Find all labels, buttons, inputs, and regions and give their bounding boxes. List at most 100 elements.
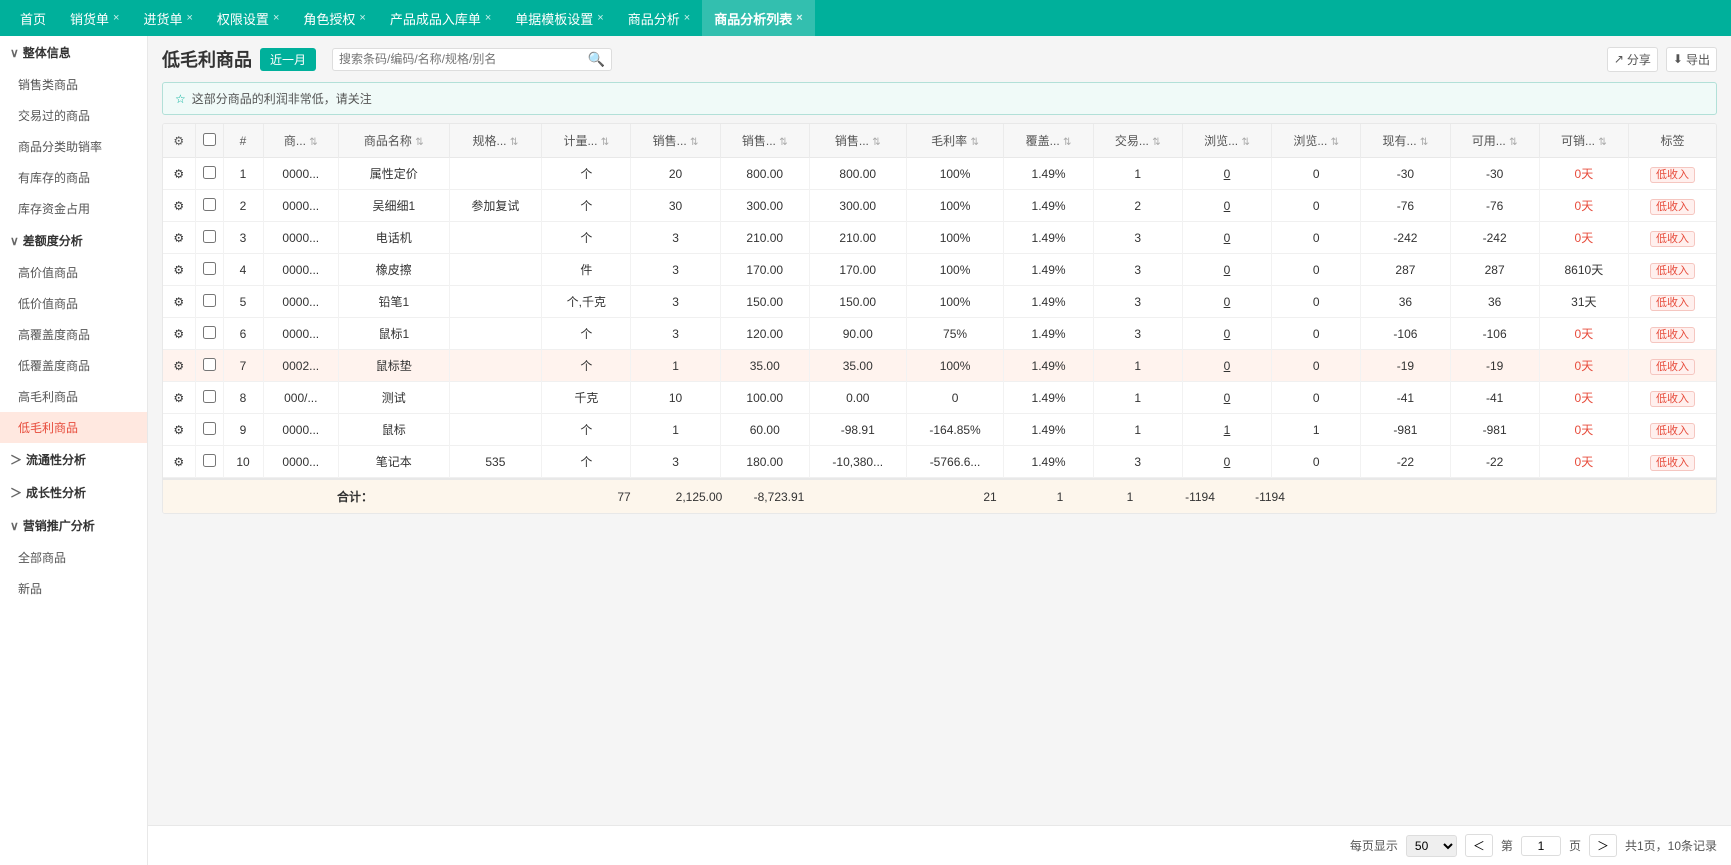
share-button[interactable]: ↗ 分享 <box>1607 47 1658 72</box>
page-number-input[interactable] <box>1521 836 1561 856</box>
sidebar-item-low-coverage[interactable]: 低覆盖度商品 <box>0 350 147 381</box>
sidebar-group-overall[interactable]: ∨ 整体信息 <box>0 36 147 69</box>
row-checkbox-6[interactable] <box>203 358 216 371</box>
cell-checkbox[interactable] <box>195 158 223 190</box>
cell-checkbox[interactable] <box>195 446 223 478</box>
search-icon[interactable]: 🔍 <box>588 51 605 68</box>
sidebar-group-value[interactable]: ∨ 差额度分析 <box>0 224 147 257</box>
cell-settings[interactable]: ⚙ <box>163 318 195 350</box>
row-checkbox-7[interactable] <box>203 390 216 403</box>
sidebar-item-low-margin[interactable]: 低毛利商品 <box>0 412 147 443</box>
close-roles-icon[interactable]: × <box>359 12 365 24</box>
sidebar-item-high-value[interactable]: 高价值商品 <box>0 257 147 288</box>
col-sale-price[interactable]: 销售... ⇅ <box>720 124 809 158</box>
sidebar-item-sales-goods[interactable]: 销售类商品 <box>0 69 147 100</box>
settings-icon[interactable]: ⚙ <box>173 199 184 213</box>
cell-browse1[interactable]: 1 <box>1182 414 1271 446</box>
sidebar-group-growth[interactable]: ＞ 成长性分析 <box>0 476 147 509</box>
nav-item-template[interactable]: 单据模板设置 × <box>503 0 615 36</box>
close-template-icon[interactable]: × <box>597 12 603 24</box>
col-trade-count[interactable]: 交易... ⇅ <box>1093 124 1182 158</box>
nav-item-analysis-list[interactable]: 商品分析列表 × <box>702 0 814 36</box>
sidebar-group-marketing[interactable]: ∨ 营销推广分析 <box>0 509 147 542</box>
cell-settings[interactable]: ⚙ <box>163 286 195 318</box>
cell-checkbox[interactable] <box>195 382 223 414</box>
close-purchase-icon[interactable]: × <box>186 12 192 24</box>
sidebar-item-new-goods[interactable]: 新品 <box>0 573 147 604</box>
cell-settings[interactable]: ⚙ <box>163 350 195 382</box>
nav-item-home[interactable]: 首页 <box>8 0 58 36</box>
cell-browse1[interactable]: 0 <box>1182 446 1271 478</box>
cell-checkbox[interactable] <box>195 286 223 318</box>
sidebar-item-low-value[interactable]: 低价值商品 <box>0 288 147 319</box>
sidebar-group-circulation[interactable]: ＞ 流通性分析 <box>0 443 147 476</box>
col-sale-qty[interactable]: 销售... ⇅ <box>631 124 720 158</box>
nav-item-analysis[interactable]: 商品分析 × <box>616 0 702 36</box>
col-current[interactable]: 现有... ⇅ <box>1361 124 1450 158</box>
cell-settings[interactable]: ⚙ <box>163 382 195 414</box>
sidebar-item-category-rate[interactable]: 商品分类助销率 <box>0 131 147 162</box>
settings-icon[interactable]: ⚙ <box>173 391 184 405</box>
cell-settings[interactable]: ⚙ <box>163 414 195 446</box>
settings-icon[interactable]: ⚙ <box>173 263 184 277</box>
close-analysis-list-icon[interactable]: × <box>796 12 802 24</box>
sidebar-item-high-coverage[interactable]: 高覆盖度商品 <box>0 319 147 350</box>
sidebar-item-in-stock[interactable]: 有库存的商品 <box>0 162 147 193</box>
cell-browse1[interactable]: 0 <box>1182 382 1271 414</box>
close-permissions-icon[interactable]: × <box>273 12 279 24</box>
row-checkbox-5[interactable] <box>203 326 216 339</box>
nav-item-product-stock[interactable]: 产品成品入库单 × <box>378 0 503 36</box>
row-checkbox-3[interactable] <box>203 262 216 275</box>
nav-item-purchase[interactable]: 进货单 × <box>131 0 204 36</box>
row-checkbox-1[interactable] <box>203 198 216 211</box>
cell-browse1[interactable]: 0 <box>1182 350 1271 382</box>
row-checkbox-8[interactable] <box>203 422 216 435</box>
col-code[interactable]: 商... ⇅ <box>263 124 339 158</box>
select-all-checkbox[interactable] <box>203 133 216 146</box>
col-sale-amount[interactable]: 销售... ⇅ <box>809 124 906 158</box>
search-input[interactable] <box>339 52 588 66</box>
cell-browse1[interactable]: 0 <box>1182 190 1271 222</box>
cell-settings[interactable]: ⚙ <box>163 222 195 254</box>
close-sales-icon[interactable]: × <box>113 12 119 24</box>
cell-browse1[interactable]: 0 <box>1182 158 1271 190</box>
cell-checkbox[interactable] <box>195 350 223 382</box>
cell-checkbox[interactable] <box>195 414 223 446</box>
row-checkbox-9[interactable] <box>203 454 216 467</box>
settings-icon[interactable]: ⚙ <box>173 455 184 469</box>
settings-icon[interactable]: ⚙ <box>173 327 184 341</box>
col-gross-rate[interactable]: 毛利率 ⇅ <box>906 124 1004 158</box>
settings-icon[interactable]: ⚙ <box>173 295 184 309</box>
cell-checkbox[interactable] <box>195 222 223 254</box>
row-checkbox-0[interactable] <box>203 166 216 179</box>
cell-browse1[interactable]: 0 <box>1182 286 1271 318</box>
per-page-select[interactable]: 50 100 <box>1406 835 1457 857</box>
cell-browse1[interactable]: 0 <box>1182 222 1271 254</box>
cell-browse1[interactable]: 0 <box>1182 318 1271 350</box>
close-analysis-icon[interactable]: × <box>684 12 690 24</box>
export-button[interactable]: ⬇ 导出 <box>1666 47 1717 72</box>
close-product-stock-icon[interactable]: × <box>485 12 491 24</box>
cell-checkbox[interactable] <box>195 318 223 350</box>
col-salable[interactable]: 可销... ⇅ <box>1539 124 1628 158</box>
cell-settings[interactable]: ⚙ <box>163 158 195 190</box>
nav-item-sales[interactable]: 销货单 × <box>58 0 131 36</box>
sidebar-item-all-goods[interactable]: 全部商品 <box>0 542 147 573</box>
next-page-button[interactable]: ＞ <box>1589 834 1617 857</box>
row-checkbox-4[interactable] <box>203 294 216 307</box>
prev-page-button[interactable]: ＜ <box>1465 834 1493 857</box>
settings-icon[interactable]: ⚙ <box>173 423 184 437</box>
col-settings[interactable]: ⚙ <box>163 124 195 158</box>
cell-checkbox[interactable] <box>195 254 223 286</box>
col-available[interactable]: 可用... ⇅ <box>1450 124 1539 158</box>
col-browse1[interactable]: 浏览... ⇅ <box>1182 124 1271 158</box>
sidebar-item-traded-goods[interactable]: 交易过的商品 <box>0 100 147 131</box>
cell-browse1[interactable]: 0 <box>1182 254 1271 286</box>
cell-checkbox[interactable] <box>195 190 223 222</box>
col-checkbox-all[interactable] <box>195 124 223 158</box>
nav-item-permissions[interactable]: 权限设置 × <box>205 0 291 36</box>
cell-settings[interactable]: ⚙ <box>163 254 195 286</box>
col-name[interactable]: 商品名称 ⇅ <box>339 124 450 158</box>
settings-icon[interactable]: ⚙ <box>173 231 184 245</box>
settings-icon[interactable]: ⚙ <box>173 359 184 373</box>
